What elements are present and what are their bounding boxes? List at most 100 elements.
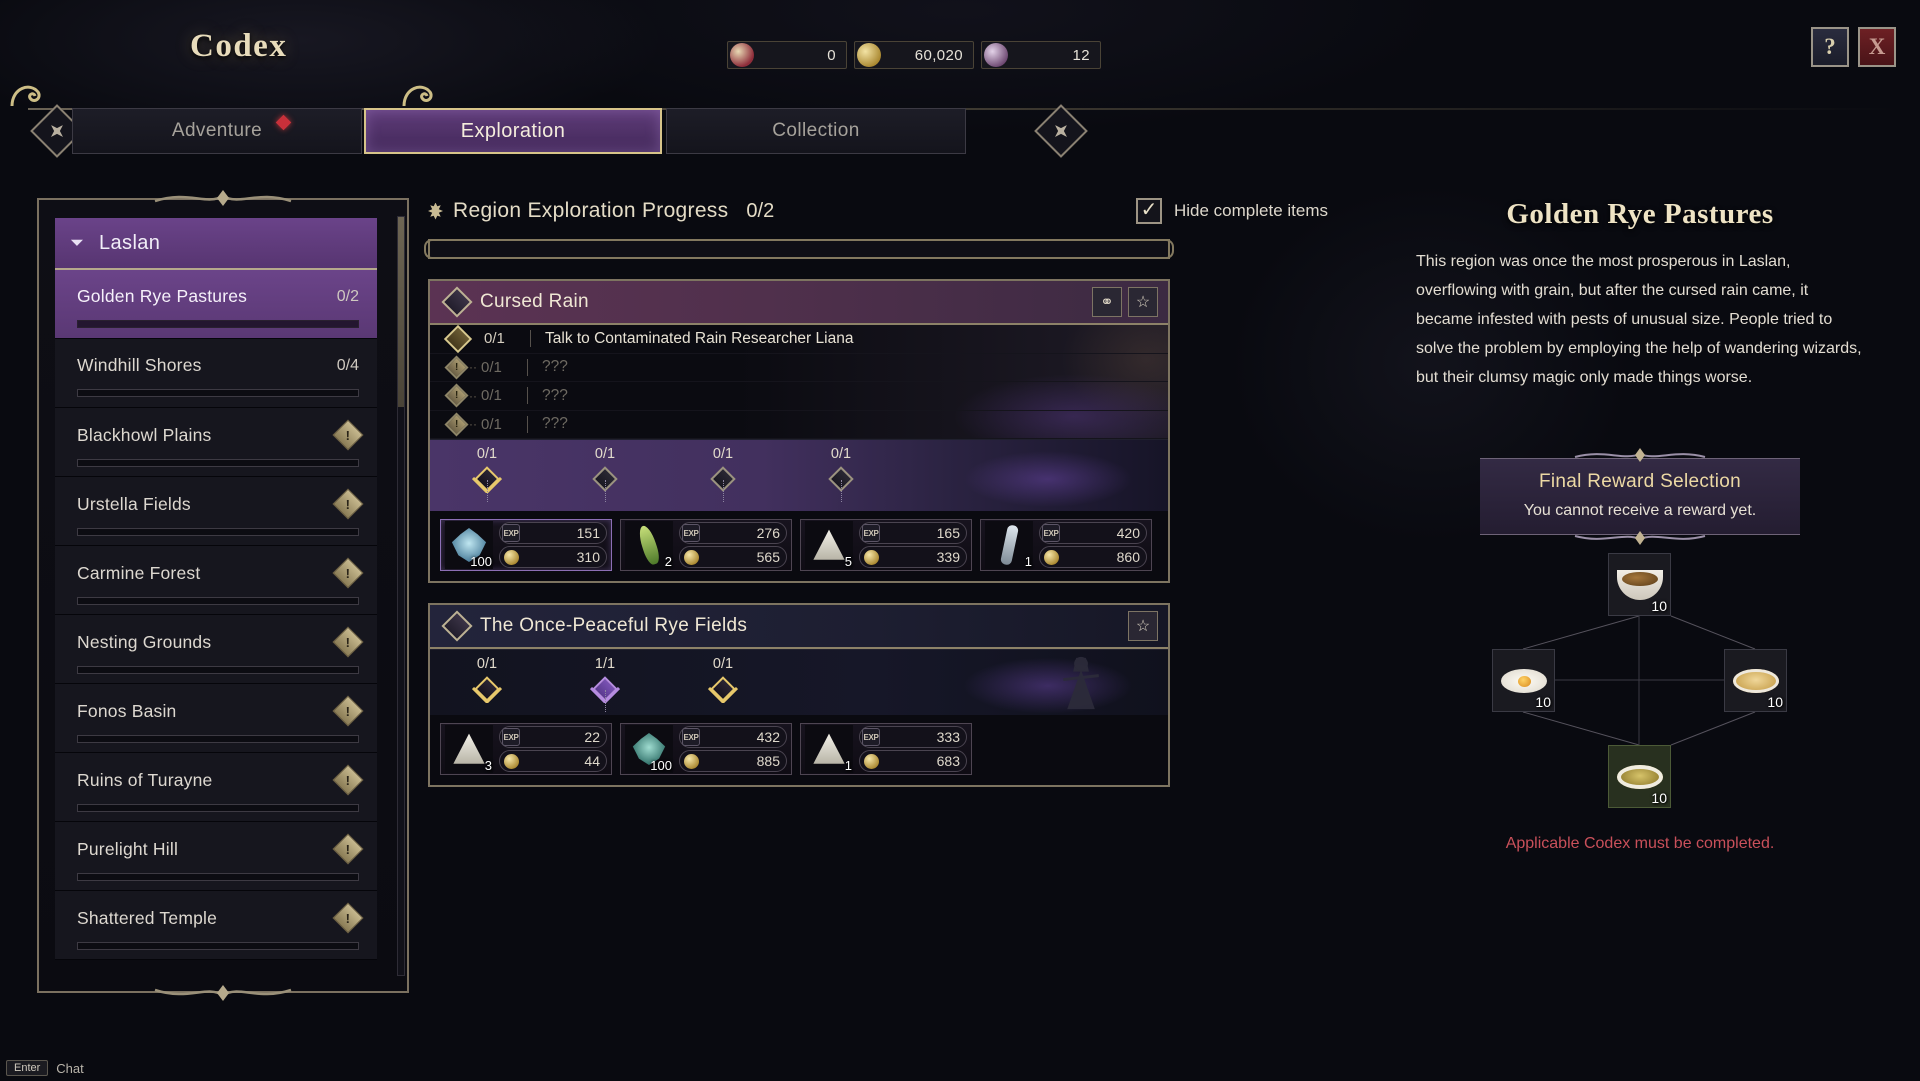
reward-slot-right[interactable]: 10 (1724, 649, 1787, 712)
sidebar-group-laslan[interactable]: ⏷ Laslan (55, 218, 377, 270)
objective-row[interactable]: ! ·· 0/1 ??? (430, 354, 1168, 382)
lock-icon: ! (332, 488, 364, 520)
shard-icon (730, 43, 754, 67)
chevron-down-icon[interactable]: ⏷ (55, 218, 99, 269)
gold-coin-icon (1044, 549, 1059, 565)
reward-qty: 1 (1024, 554, 1032, 569)
close-button[interactable]: X (1858, 27, 1896, 67)
reward-card[interactable]: 2 EXP 276 565 (620, 519, 792, 571)
objective-separator (530, 330, 531, 348)
region-item-blackhowl-plains[interactable]: Blackhowl Plains ! (55, 408, 377, 477)
region-item-fonos-basin[interactable]: Fonos Basin ! (55, 684, 377, 753)
region-progress-bar (77, 528, 359, 536)
region-item-purelight-hill[interactable]: Purelight Hill ! (55, 822, 377, 891)
reward-slot-bottom[interactable]: 10 (1608, 745, 1671, 808)
reward-card[interactable]: 1 EXP 420 860 (980, 519, 1152, 571)
objective-count: 0/1 (481, 358, 502, 376)
region-progress-bar-large (424, 239, 1174, 259)
reward-card[interactable]: 5 EXP 165 339 (800, 519, 972, 571)
reward-exp: 432 (756, 729, 780, 745)
milestone-node[interactable]: 0/1 (688, 650, 758, 703)
milestone-node[interactable]: 0/1 (452, 650, 522, 703)
reward-card[interactable]: 100 EXP 432 885 (620, 723, 792, 775)
star-icon[interactable]: ☆ (1128, 611, 1158, 641)
region-label: Purelight Hill (77, 838, 179, 859)
reward-slot-qty: 10 (1535, 694, 1551, 710)
hide-complete-items-toggle[interactable]: ✓ Hide complete items (1135, 198, 1328, 224)
region-item-windhill-shores[interactable]: Windhill Shores 0/4 (55, 339, 377, 408)
region-progress-bar (77, 942, 359, 950)
region-progress-bar (77, 389, 359, 397)
region-label: Fonos Basin (77, 700, 177, 721)
reward-card[interactable]: 100 EXP 151 310 (440, 519, 612, 571)
sidebar-group-label: Laslan (99, 231, 161, 254)
milestone-track: 0/1 0/1 0/1 0/1 (430, 439, 1168, 511)
objective-row[interactable]: ! ·· 0/1 ??? (430, 411, 1168, 439)
currency-crystal[interactable]: 12 (981, 41, 1101, 69)
currency-crystal-value: 12 (1072, 46, 1090, 64)
star-icon[interactable]: ☆ (1128, 287, 1158, 317)
quest-diamond-icon (441, 286, 473, 318)
sidebar-scrollbar[interactable] (397, 216, 405, 976)
tab-collection[interactable]: Collection (666, 108, 966, 154)
final-reward-selection-panel: Final Reward Selection You cannot receiv… (1480, 448, 1800, 545)
objective-text: Talk to Contaminated Rain Researcher Lia… (545, 329, 854, 347)
region-item-shattered-temple[interactable]: Shattered Temple ! (55, 891, 377, 960)
milestone-connector (487, 480, 488, 502)
region-label: Blackhowl Plains (77, 424, 212, 445)
reward-gold: 683 (936, 753, 960, 769)
reward-gold: 885 (756, 753, 780, 769)
objective-separator (527, 415, 528, 433)
milestone-node[interactable]: 0/1 (570, 440, 640, 502)
panel-ornament-bottom-icon (1574, 531, 1706, 545)
chat-bar[interactable]: Enter Chat (6, 1060, 84, 1076)
chat-key-hint: Enter (6, 1060, 49, 1076)
objective-row[interactable]: ! ·· 0/1 ??? (430, 382, 1168, 411)
region-item-golden-rye-pastures[interactable]: Golden Rye Pastures 0/2 (55, 270, 377, 339)
fried-egg-item-icon (1500, 668, 1547, 693)
fleur-icon (428, 202, 443, 220)
exp-badge-icon: EXP (682, 728, 700, 746)
tab-ornament-right-icon (1034, 104, 1088, 158)
gold-coin-icon (504, 549, 519, 565)
detail-title: Golden Rye Pastures (1506, 198, 1774, 230)
milestone-count: 0/1 (830, 446, 852, 462)
milestone-node[interactable]: 0/1 (452, 440, 522, 502)
milestone-track-art (868, 440, 1168, 511)
region-item-carmine-forest[interactable]: Carmine Forest ! (55, 546, 377, 615)
objective-row[interactable]: 0/1 Talk to Contaminated Rain Researcher… (430, 324, 1168, 354)
link-icon[interactable]: ⚭ (1092, 287, 1122, 317)
currency-gold[interactable]: 60,020 (854, 41, 974, 69)
milestone-track: 0/1 1/1 0/1 (430, 649, 1168, 715)
objective-count: 0/1 (481, 415, 502, 433)
region-item-nesting-grounds[interactable]: Nesting Grounds ! (55, 615, 377, 684)
reward-card[interactable]: 1 EXP 333 683 (800, 723, 972, 775)
tab-adventure[interactable]: Adventure (72, 108, 362, 154)
hide-complete-checkbox[interactable]: ✓ (1135, 198, 1162, 224)
final-reward-title: Final Reward Selection (1539, 471, 1741, 492)
quest-header: The Once-Peaceful Rye Fields ☆ (430, 605, 1168, 649)
gold-coin-icon (857, 43, 881, 67)
reward-exp: 22 (584, 729, 600, 745)
milestone-node[interactable]: 0/1 (806, 440, 876, 502)
quest-title: Cursed Rain (480, 291, 589, 312)
currency-shard[interactable]: 0 (727, 41, 847, 69)
milestone-node[interactable]: 1/1 (570, 650, 640, 712)
reward-slot-left[interactable]: 10 (1492, 649, 1555, 712)
milestone-node[interactable]: 0/1 (688, 440, 758, 502)
noodle-plate-item-icon (1732, 668, 1779, 693)
help-button[interactable]: ? (1811, 27, 1849, 67)
region-progress-bar (77, 459, 359, 467)
region-item-urstella-fields[interactable]: Urstella Fields ! (55, 477, 377, 546)
region-item-ruins-of-turayne[interactable]: Ruins of Turayne ! (55, 753, 377, 822)
tab-exploration[interactable]: Exploration (364, 108, 662, 154)
tab-bar: Adventure Exploration Collection (28, 104, 1898, 158)
sidebar-ornament-top-icon (154, 190, 292, 206)
reward-slot-top[interactable]: 10 (1608, 553, 1671, 616)
region-label: Windhill Shores (77, 355, 202, 375)
crystal-icon (984, 43, 1008, 67)
reward-card[interactable]: 3 EXP 22 44 (440, 723, 612, 775)
reward-slot-qty: 10 (1651, 790, 1667, 806)
final-reward-subtitle: You cannot receive a reward yet. (1523, 502, 1757, 519)
quest-header: Cursed Rain ⚭ ☆ (430, 281, 1168, 325)
